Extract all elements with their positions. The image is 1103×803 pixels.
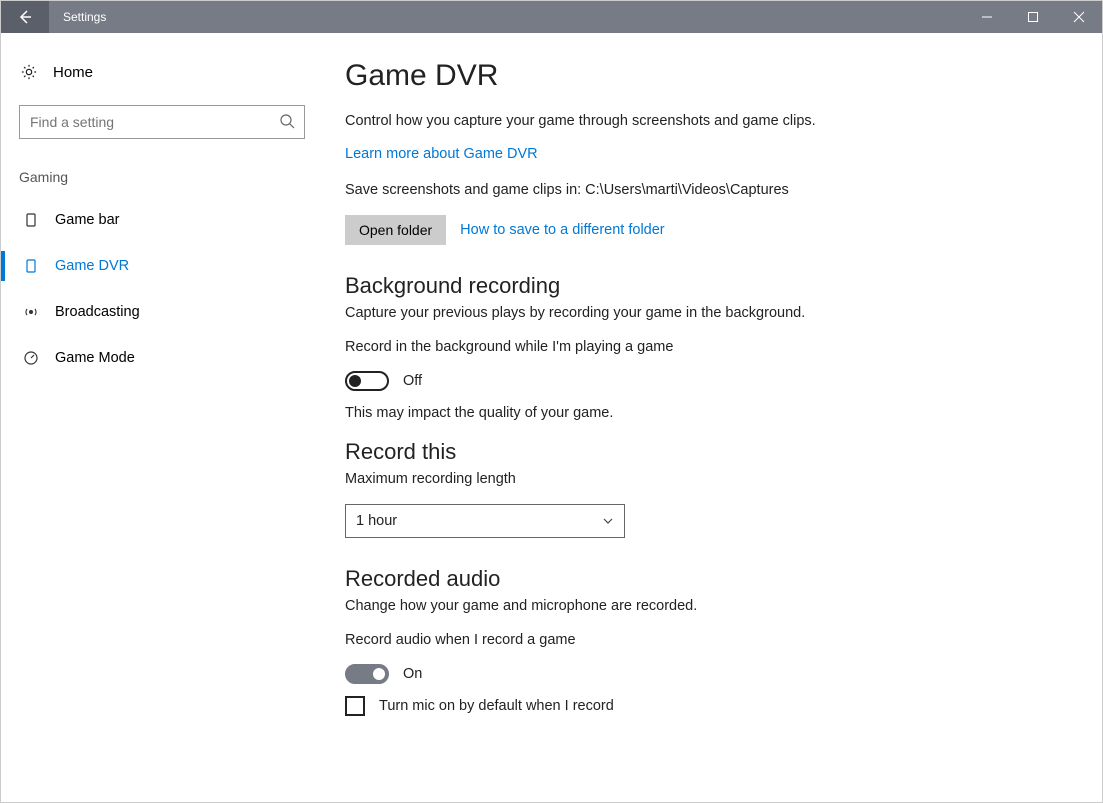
minimize-button[interactable] xyxy=(964,1,1010,33)
sidebar-item-broadcasting[interactable]: Broadcasting xyxy=(19,289,305,335)
bg-recording-heading: Background recording xyxy=(345,273,823,299)
max-length-dropdown[interactable]: 1 hour xyxy=(345,504,625,538)
how-to-save-link[interactable]: How to save to a different folder xyxy=(460,222,664,238)
page-title: Game DVR xyxy=(345,59,823,93)
sidebar: Home Gaming Game bar Game DVR Broadcasti… xyxy=(1,33,323,802)
mic-default-checkbox[interactable] xyxy=(345,696,365,716)
sidebar-item-label: Game DVR xyxy=(55,258,129,274)
page-intro: Control how you capture your game throug… xyxy=(345,111,823,131)
dvr-icon xyxy=(23,259,39,273)
bg-toggle-state: Off xyxy=(403,373,422,389)
bg-record-toggle[interactable] xyxy=(345,371,389,391)
search-icon xyxy=(279,113,295,129)
content-pane: Game DVR Control how you capture your ga… xyxy=(323,33,863,802)
dropdown-value: 1 hour xyxy=(356,513,397,529)
sidebar-item-label: Game Mode xyxy=(55,350,135,366)
bg-toggle-label: Record in the background while I'm playi… xyxy=(345,337,823,357)
home-label: Home xyxy=(53,64,93,81)
bg-impact-text: This may impact the quality of your game… xyxy=(345,403,823,423)
maximize-icon xyxy=(1027,11,1039,23)
max-length-label: Maximum recording length xyxy=(345,469,823,489)
arrow-left-icon xyxy=(17,9,33,25)
audio-toggle-state: On xyxy=(403,666,422,682)
learn-more-link[interactable]: Learn more about Game DVR xyxy=(345,146,538,162)
gear-icon xyxy=(21,63,37,81)
open-folder-button[interactable]: Open folder xyxy=(345,215,446,245)
recorded-audio-desc: Change how your game and microphone are … xyxy=(345,596,823,616)
window-title: Settings xyxy=(49,10,964,24)
close-icon xyxy=(1073,11,1085,23)
bg-recording-desc: Capture your previous plays by recording… xyxy=(345,303,823,323)
search-input[interactable] xyxy=(19,105,305,139)
title-bar: Settings xyxy=(1,1,1102,33)
audio-toggle-label: Record audio when I record a game xyxy=(345,630,823,650)
record-this-heading: Record this xyxy=(345,439,823,465)
minimize-icon xyxy=(981,11,993,23)
mic-checkbox-label: Turn mic on by default when I record xyxy=(379,698,614,714)
recorded-audio-heading: Recorded audio xyxy=(345,566,823,592)
monitor-icon xyxy=(23,213,39,227)
group-heading: Gaming xyxy=(19,169,305,185)
chevron-down-icon xyxy=(602,515,614,527)
toggle-knob xyxy=(373,668,385,680)
sidebar-item-label: Game bar xyxy=(55,212,119,228)
sidebar-item-game-bar[interactable]: Game bar xyxy=(19,197,305,243)
back-button[interactable] xyxy=(1,1,49,33)
close-button[interactable] xyxy=(1056,1,1102,33)
search-box[interactable] xyxy=(19,105,305,139)
sidebar-item-game-dvr[interactable]: Game DVR xyxy=(19,243,305,289)
home-link[interactable]: Home xyxy=(21,63,305,81)
sidebar-item-game-mode[interactable]: Game Mode xyxy=(19,335,305,381)
save-path-text: Save screenshots and game clips in: C:\U… xyxy=(345,180,823,200)
toggle-knob xyxy=(349,375,361,387)
broadcast-icon xyxy=(23,305,39,319)
gauge-icon xyxy=(23,350,39,366)
maximize-button[interactable] xyxy=(1010,1,1056,33)
sidebar-item-label: Broadcasting xyxy=(55,304,140,320)
record-audio-toggle[interactable] xyxy=(345,664,389,684)
